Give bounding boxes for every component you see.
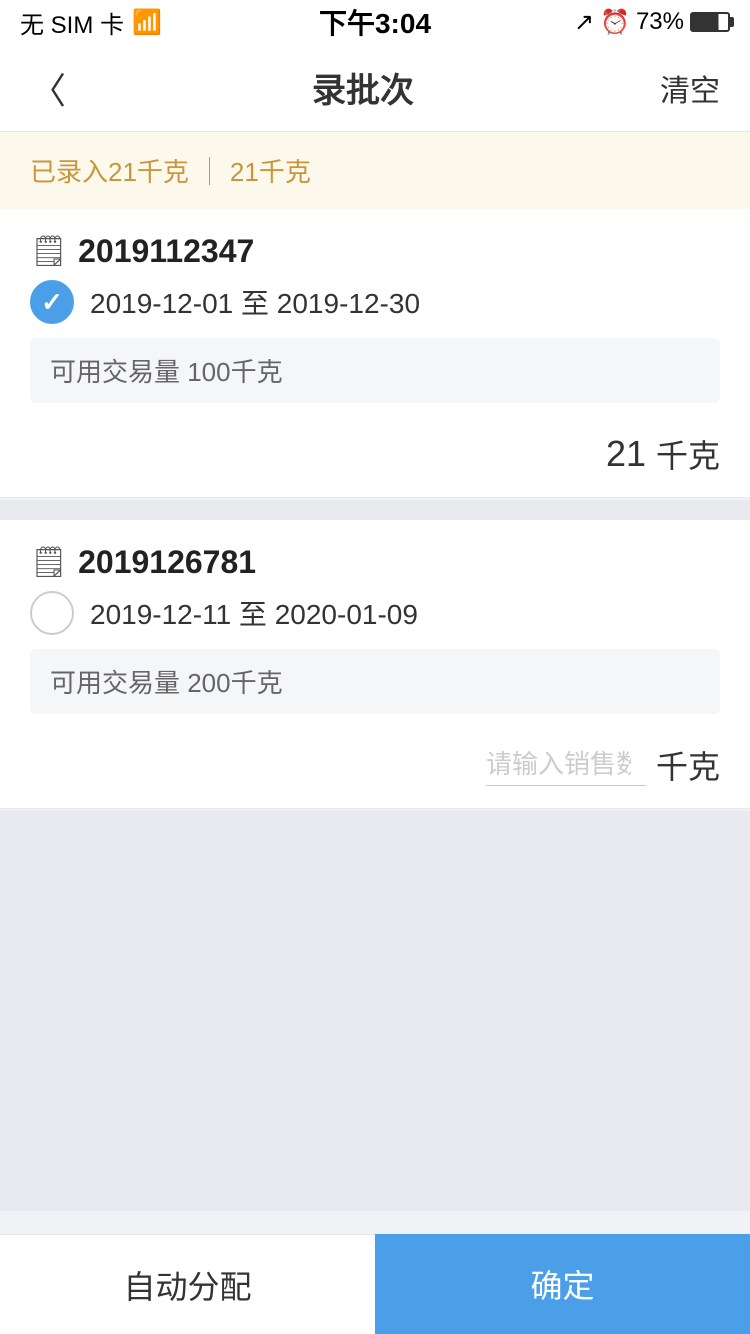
input-row-1: 21 千克 <box>0 417 750 498</box>
batch-date-2: 2019-12-11 至 2020-01-09 <box>90 593 418 633</box>
summary-divider <box>209 157 210 185</box>
status-bar: 无 SIM 卡 📶 下午3:04 ↗ ⏰ 73% <box>0 0 750 44</box>
batch-id-2: 2019126781 <box>78 544 256 581</box>
summary-value: 21千克 <box>230 152 311 189</box>
qty-input-2[interactable] <box>486 744 646 786</box>
batch-date-1: 2019-12-01 至 2019-12-30 <box>90 282 420 322</box>
available-row-2: 可用交易量 200千克 <box>30 649 720 714</box>
nav-bar: 〈 录批次 清空 <box>0 44 750 132</box>
location-icon: ↗ <box>574 8 594 37</box>
batch-id-1: 2019112347 <box>78 233 254 270</box>
wifi-icon: 📶 <box>132 8 162 37</box>
batch-icon-1: 🗒 <box>30 234 68 269</box>
batch-item-2: 🗒 2019126781 2019-12-11 至 2020-01-09 可用交… <box>0 520 750 809</box>
auto-distribute-button[interactable]: 自动分配 <box>0 1234 375 1334</box>
batch-header-1: 🗒 2019112347 <box>0 209 750 280</box>
battery-text: 73% <box>636 8 684 36</box>
battery-icon <box>690 12 730 32</box>
radio-btn-1[interactable] <box>30 280 74 324</box>
back-button[interactable]: 〈 <box>30 62 66 114</box>
empty-area <box>0 811 750 1211</box>
summary-label: 已录入21千克 <box>30 152 189 189</box>
no-sim-text: 无 SIM 卡 <box>20 5 124 40</box>
page-title: 录批次 <box>312 63 414 112</box>
clear-button[interactable]: 清空 <box>660 66 720 110</box>
batch-date-row-2: 2019-12-11 至 2020-01-09 <box>0 591 750 649</box>
input-row-2[interactable]: 千克 <box>0 728 750 809</box>
qty-unit-2: 千克 <box>656 742 720 788</box>
alarm-icon: ⏰ <box>600 8 630 37</box>
batch-icon-2: 🗒 <box>30 545 68 580</box>
status-right: ↗ ⏰ 73% <box>574 8 730 37</box>
section-separator <box>0 500 750 520</box>
confirm-button[interactable]: 确定 <box>375 1234 750 1334</box>
batch-header-2: 🗒 2019126781 <box>0 520 750 591</box>
summary-banner: 已录入21千克 21千克 <box>0 132 750 209</box>
batch-date-row-1: 2019-12-01 至 2019-12-30 <box>0 280 750 338</box>
qty-unit-1: 千克 <box>656 431 720 477</box>
status-left: 无 SIM 卡 📶 <box>20 5 162 40</box>
qty-value-1: 21 <box>606 433 646 475</box>
bottom-bar: 自动分配 确定 <box>0 1234 750 1334</box>
radio-btn-2[interactable] <box>30 591 74 635</box>
batch-item-1: 🗒 2019112347 2019-12-01 至 2019-12-30 可用交… <box>0 209 750 498</box>
status-time: 下午3:04 <box>319 2 431 42</box>
available-row-1: 可用交易量 100千克 <box>30 338 720 403</box>
